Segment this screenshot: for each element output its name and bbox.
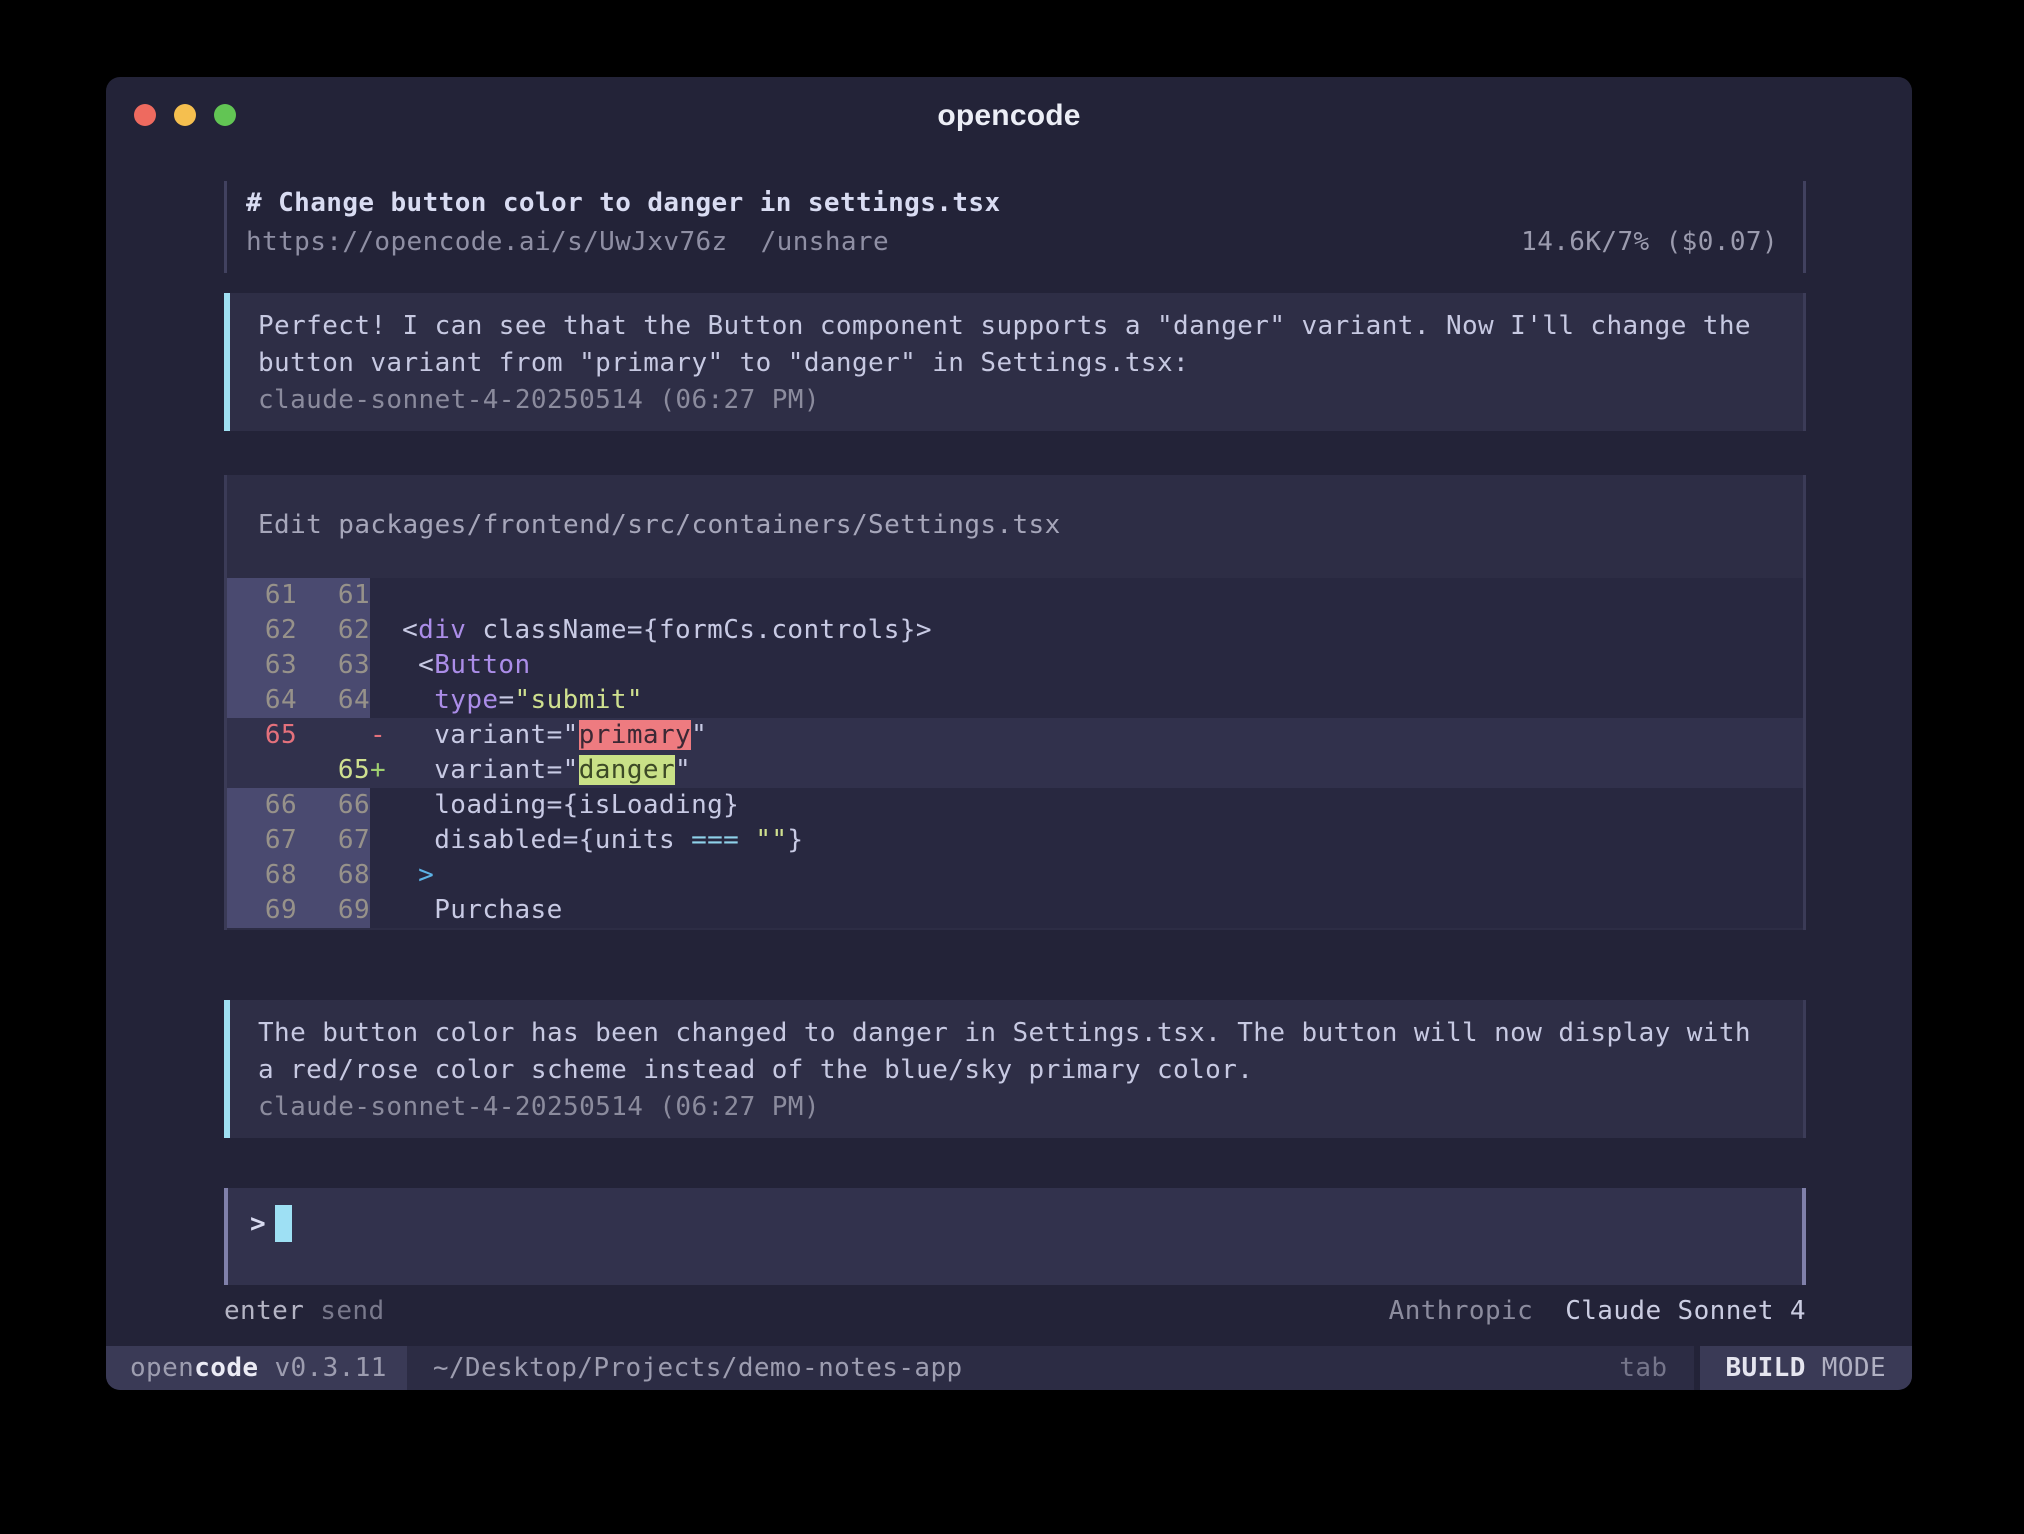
mode-label: MODE <box>1822 1353 1886 1383</box>
diff-line-context: 6868 > <box>224 858 1806 893</box>
assistant-message: Perfect! I can see that the Button compo… <box>224 293 1806 431</box>
unshare-command[interactable]: /unshare <box>761 223 889 261</box>
share-url-link[interactable]: https://opencode.ai/s/UwJxv76z <box>246 223 728 261</box>
edit-tool-title: Edit packages/frontend/src/containers/Se… <box>224 475 1806 578</box>
app-name-open: open <box>130 1353 194 1383</box>
provider-name: Anthropic <box>1389 1296 1533 1326</box>
diff-line-context: 6464 type="submit" <box>224 683 1806 718</box>
session-subheader: https://opencode.ai/s/UwJxv76z /unshare … <box>246 223 1806 261</box>
model-indicator: Anthropic Claude Sonnet 4 <box>1389 1293 1806 1329</box>
assistant-message-text: Perfect! I can see that the Button compo… <box>258 308 1780 382</box>
session-header: # Change button color to danger in setti… <box>224 181 1806 273</box>
app-version-chip: opencode v0.3.11 <box>106 1346 407 1390</box>
working-directory: ~/Desktop/Projects/demo-notes-app <box>433 1353 963 1383</box>
diff-line-context: 6767 disabled={units === ""} <box>224 823 1806 858</box>
diff-line-context: 6262 <div className={formCs.controls}> <box>224 613 1806 648</box>
diff-view: 61616262 <div className={formCs.controls… <box>224 578 1806 928</box>
tab-key-hint[interactable]: tab <box>1619 1353 1667 1383</box>
assistant-message: The button color has been changed to dan… <box>224 1000 1806 1138</box>
diff-line-removed: 65- variant="primary" <box>224 718 1806 753</box>
status-bar: opencode v0.3.11 ~/Desktop/Projects/demo… <box>106 1346 1912 1390</box>
assistant-message-meta: claude-sonnet-4-20250514 (06:27 PM) <box>258 382 1780 419</box>
app-version: v0.3.11 <box>274 1353 386 1383</box>
text-cursor <box>275 1205 292 1242</box>
model-name: Claude Sonnet 4 <box>1565 1296 1806 1326</box>
enter-key-hint: enter <box>224 1293 304 1329</box>
assistant-message-meta: claude-sonnet-4-20250514 (06:27 PM) <box>258 1089 1780 1126</box>
app-name-code: code <box>194 1353 258 1383</box>
diff-line-added: 65+ variant="danger" <box>224 753 1806 788</box>
prompt-symbol: > <box>250 1209 266 1239</box>
edit-tool-panel: Edit packages/frontend/src/containers/Se… <box>224 475 1806 930</box>
assistant-message-text: The button color has been changed to dan… <box>258 1015 1780 1089</box>
send-action-hint: send <box>320 1293 384 1329</box>
prompt-input[interactable]: > <box>224 1188 1806 1285</box>
opencode-window: opencode # Change button color to danger… <box>106 77 1912 1390</box>
window-title: opencode <box>106 99 1912 133</box>
titlebar: opencode <box>106 77 1912 149</box>
diff-line-context: 6666 loading={isLoading} <box>224 788 1806 823</box>
mode-chip[interactable]: BUILD MODE <box>1700 1346 1913 1390</box>
session-title: # Change button color to danger in setti… <box>246 183 1806 223</box>
diff-line-context: 6969 Purchase <box>224 893 1806 928</box>
diff-line-context: 6363 <Button <box>224 648 1806 683</box>
token-cost-stats: 14.6K/7% ($0.07) <box>1521 223 1806 261</box>
mode-label-bold: BUILD <box>1726 1353 1806 1383</box>
diff-line-context: 6161 <box>224 578 1806 613</box>
hint-bar: enter send Anthropic Claude Sonnet 4 <box>224 1293 1806 1329</box>
statusbar-separator <box>1694 1346 1700 1390</box>
